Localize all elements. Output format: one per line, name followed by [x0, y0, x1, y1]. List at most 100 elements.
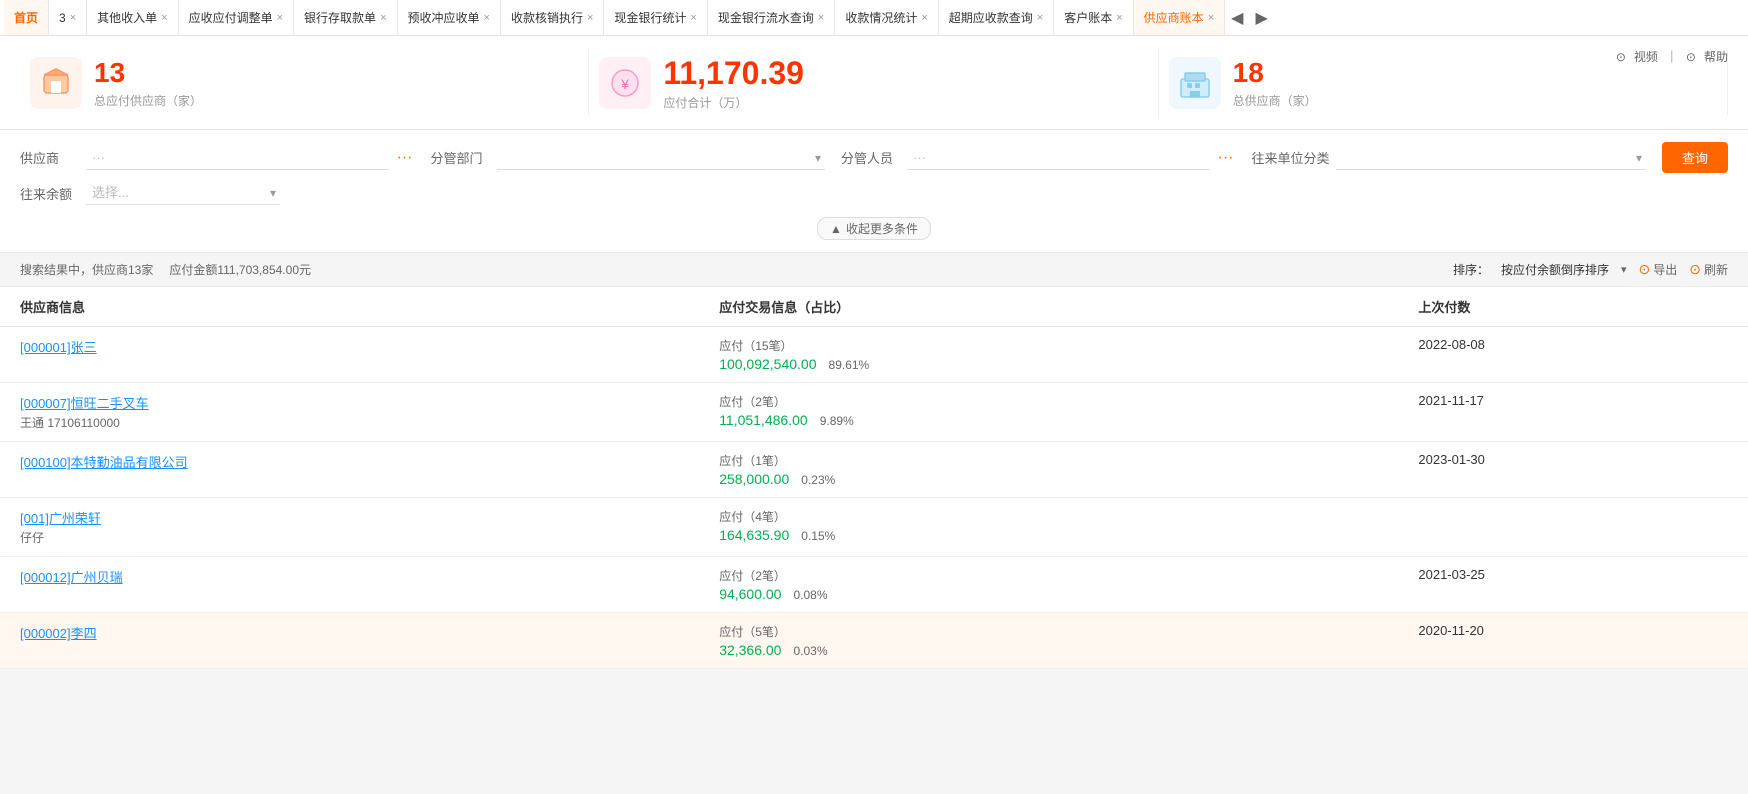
export-label: 导出	[1653, 261, 1677, 278]
nav-tab-receipt-verify[interactable]: 收款核销执行 ×	[501, 0, 604, 36]
tx-amount[interactable]: 258,000.00	[719, 471, 789, 487]
supplier-cell: [000001]张三	[0, 327, 699, 383]
close-overdue-query[interactable]: ×	[1037, 12, 1043, 24]
tab-3-label: 3	[59, 11, 66, 25]
nav-tab-ap-adjust[interactable]: 应收应付调整单 ×	[179, 0, 294, 36]
tx-cell: 应付（2笔） 94,600.00 0.08%	[699, 557, 1398, 613]
sort-label: 排序：	[1453, 261, 1489, 278]
category-input[interactable]	[1336, 146, 1646, 170]
close-receipt-verify[interactable]: ×	[587, 12, 593, 24]
nav-tab-overdue-query[interactable]: 超期应收款查询 ×	[939, 0, 1054, 36]
close-cash-bank-flow[interactable]: ×	[818, 12, 824, 24]
close-cash-bank-stat[interactable]: ×	[690, 12, 696, 24]
tx-pct: 0.23%	[801, 473, 835, 487]
help-link[interactable]: 帮助	[1704, 48, 1728, 65]
stat-num-1: 13	[94, 56, 202, 90]
nav-tab-3[interactable]: 3 ×	[49, 0, 87, 36]
tx-pct: 0.15%	[801, 529, 835, 543]
person-input[interactable]	[907, 146, 1210, 170]
export-button[interactable]: ⊙ 导出	[1639, 261, 1678, 278]
stat-icon-3	[1169, 57, 1221, 109]
nav-next-arrow[interactable]: ▶	[1249, 0, 1273, 36]
tx-label: 应付（2笔）	[719, 567, 1378, 584]
nav-tab-cash-bank-stat[interactable]: 现金银行统计 ×	[604, 0, 707, 36]
supplier-link[interactable]: [000100]本特勤油品有限公司	[20, 455, 188, 470]
stat-content-3: 18 总供应商（家）	[1233, 56, 1317, 109]
supplier-label: 供应商	[20, 148, 80, 167]
stats-bar: 13 总应付供应商（家） ¥ 11,170.39 应付合计（万）	[0, 36, 1748, 130]
close-prepay[interactable]: ×	[484, 12, 490, 24]
tx-cell: 应付（1笔）258,000.000.23%	[699, 442, 1398, 498]
supplier-link[interactable]: [000002]李四	[20, 626, 97, 641]
stat-label-2: 应付合计（万）	[663, 94, 804, 111]
nav-prev-arrow[interactable]: ◀	[1225, 0, 1249, 36]
refresh-button[interactable]: ⊙ 刷新	[1689, 261, 1728, 278]
supplier-link[interactable]: [000012]广州贝瑞	[20, 570, 123, 585]
last-pay-cell: 2021-03-25	[1398, 557, 1748, 613]
tab-overdue-query-label: 超期应收款查询	[949, 9, 1033, 26]
col-header-tx: 应付交易信息（占比）	[699, 287, 1398, 327]
tab-receipt-stat-label: 收款情况统计	[845, 9, 917, 26]
tx-amount[interactable]: 32,366.00	[719, 642, 781, 658]
supplier-input[interactable]	[86, 146, 389, 170]
collapse-button[interactable]: ▲ 收起更多条件	[817, 217, 931, 240]
top-navigation: 首页 3 × 其他收入单 × 应收应付调整单 × 银行存取款单 × 预收冲应收单…	[0, 0, 1748, 36]
nav-tab-bank-deposit[interactable]: 银行存取款单 ×	[294, 0, 397, 36]
nav-tab-prepay[interactable]: 预收冲应收单 ×	[398, 0, 501, 36]
refresh-label: 刷新	[1704, 261, 1728, 278]
table-row: [001]广州荣轩仔仔应付（4笔）164,635.900.15%	[0, 498, 1748, 557]
close-customer-account[interactable]: ×	[1116, 12, 1122, 24]
close-other-income[interactable]: ×	[161, 12, 167, 24]
close-ap-adjust[interactable]: ×	[277, 12, 283, 24]
tx-pct: 0.08%	[793, 588, 827, 602]
close-receipt-stat[interactable]: ×	[921, 12, 927, 24]
query-button[interactable]: 查询	[1662, 142, 1728, 173]
tx-amount[interactable]: 100,092,540.00	[719, 356, 816, 372]
tab-other-income-label: 其他收入单	[97, 9, 157, 26]
person-dots[interactable]: ···	[1216, 149, 1236, 167]
close-supplier-account[interactable]: ×	[1208, 12, 1214, 24]
close-tab-3[interactable]: ×	[70, 12, 76, 24]
filter-row-1: 供应商 ··· 分管部门 ▾ 分管人员 ··· 往来单位分类 ▾ 查询	[20, 142, 1728, 173]
collapse-icon: ▲	[830, 222, 842, 236]
tx-amount[interactable]: 94,600.00	[719, 586, 781, 602]
dept-input[interactable]	[497, 146, 826, 170]
video-link[interactable]: 视频	[1634, 48, 1658, 65]
balance-label: 往来余额	[20, 184, 80, 203]
category-label: 往来单位分类	[1252, 148, 1330, 167]
col-header-lastpay: 上次付数	[1398, 287, 1748, 327]
stat-block-1: 13 总应付供应商（家）	[20, 50, 589, 115]
last-pay-cell: 2021-11-17	[1398, 383, 1748, 442]
supplier-link[interactable]: [001]广州荣轩	[20, 511, 101, 526]
filter-supplier: 供应商 ···	[20, 146, 415, 170]
filter-area: 供应商 ··· 分管部门 ▾ 分管人员 ··· 往来单位分类 ▾ 查询	[0, 130, 1748, 253]
supplier-dots[interactable]: ···	[395, 149, 415, 167]
nav-tab-receipt-stat[interactable]: 收款情况统计 ×	[835, 0, 938, 36]
filter-balance: 往来余额 ▾	[20, 181, 280, 205]
stat-num-2: 11,170.39	[663, 54, 804, 92]
close-bank-deposit[interactable]: ×	[380, 12, 386, 24]
balance-input[interactable]	[86, 181, 280, 205]
nav-tab-other-income[interactable]: 其他收入单 ×	[87, 0, 178, 36]
nav-tab-customer-account[interactable]: 客户账本 ×	[1054, 0, 1133, 36]
stat-label-1: 总应付供应商（家）	[94, 92, 202, 109]
tab-supplier-account-label: 供应商账本	[1144, 9, 1204, 26]
stat-content-1: 13 总应付供应商（家）	[94, 56, 202, 109]
table-body: [000001]张三应付（15笔）100,092,540.0089.61%202…	[0, 327, 1748, 669]
sort-value[interactable]: 按应付余额倒序排序	[1501, 261, 1609, 278]
dept-select-wrap: ▾	[497, 146, 826, 170]
tx-amount[interactable]: 11,051,486.00	[719, 412, 808, 428]
last-pay-cell: 2022-08-08	[1398, 327, 1748, 383]
supplier-link[interactable]: [000001]张三	[20, 340, 97, 355]
divider: ｜	[1666, 48, 1678, 65]
tx-label: 应付（2笔）	[719, 393, 1378, 410]
table-row: [000012]广州贝瑞 应付（2笔） 94,600.00 0.08% 2021-03-…	[0, 557, 1748, 613]
tx-amount[interactable]: 164,635.90	[719, 527, 789, 543]
tx-cell: 应付（2笔）11,051,486.009.89%	[699, 383, 1398, 442]
stat-icon-2: ¥	[599, 57, 651, 109]
nav-tab-cash-bank-flow[interactable]: 现金银行流水查询 ×	[708, 0, 835, 36]
nav-tab-supplier-account[interactable]: 供应商账本 ×	[1134, 0, 1225, 36]
nav-tab-home[interactable]: 首页	[4, 0, 49, 36]
supplier-link[interactable]: [000007]恒旺二手叉车	[20, 396, 149, 411]
tx-label: 应付（5笔）	[719, 623, 1378, 640]
